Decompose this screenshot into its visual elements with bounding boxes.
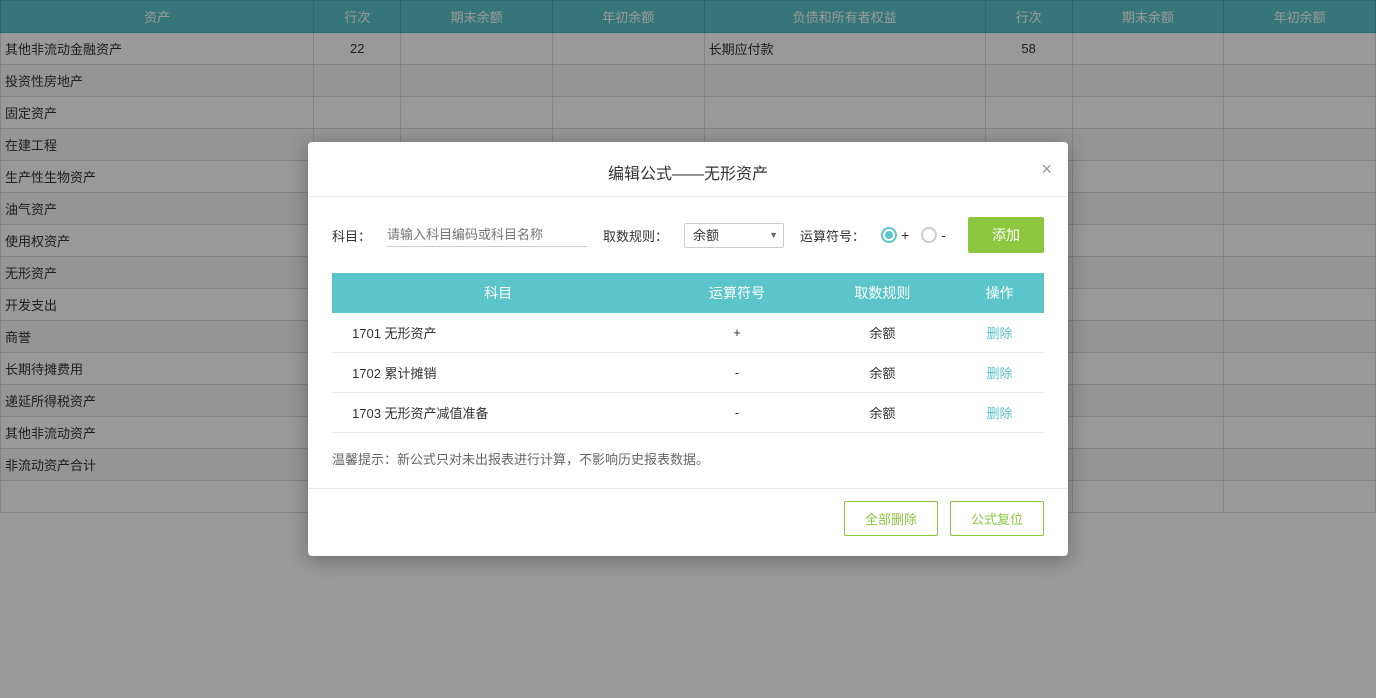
cell-operator: - — [664, 393, 809, 433]
form-row: 科目： 取数规则： 余额 借方 贷方 借方发生额 贷方发生额 运算符号： — [332, 217, 1044, 253]
delete-link[interactable]: 删除 — [987, 366, 1013, 381]
col-operator: 运算符号 — [664, 273, 809, 313]
modal-dialog: 编辑公式——无形资产 × 科目： 取数规则： 余额 借方 贷方 借方发生额 贷方… — [308, 142, 1068, 556]
operator-radio-group: + - — [881, 227, 946, 243]
radio-minus-circle — [921, 227, 937, 243]
operator-label: 运算符号： — [800, 226, 865, 245]
cell-rule: 余额 — [810, 313, 955, 353]
delete-link[interactable]: 删除 — [987, 326, 1013, 341]
operator-plus-radio[interactable]: + — [881, 227, 909, 243]
col-rule: 取数规则 — [810, 273, 955, 313]
table-row: 1703 无形资产减值准备-余额 删除 — [332, 393, 1044, 433]
table-header-row: 科目 运算符号 取数规则 操作 — [332, 273, 1044, 313]
operator-minus-label: - — [941, 227, 946, 243]
modal-overlay: 编辑公式——无形资产 × 科目： 取数规则： 余额 借方 贷方 借方发生额 贷方… — [0, 0, 1376, 698]
operator-plus-label: + — [901, 227, 909, 243]
cell-subject: 1702 累计摊销 — [332, 353, 664, 393]
cell-subject: 1701 无形资产 — [332, 313, 664, 353]
formula-table: 科目 运算符号 取数规则 操作 1701 无形资产+余额删除1702 累计摊销-… — [332, 273, 1044, 433]
warning-text: 温馨提示：新公式只对未出报表进行计算，不影响历史报表数据。 — [332, 449, 1044, 468]
delete-link[interactable]: 删除 — [987, 406, 1013, 421]
close-button[interactable]: × — [1041, 160, 1052, 178]
rule-select-wrapper[interactable]: 余额 借方 贷方 借方发生额 贷方发生额 — [684, 223, 784, 248]
rule-label: 取数规则： — [603, 226, 668, 245]
cell-rule: 余额 — [810, 393, 955, 433]
col-subject: 科目 — [332, 273, 664, 313]
operator-minus-radio[interactable]: - — [921, 227, 946, 243]
col-action: 操作 — [955, 273, 1044, 313]
table-row: 1701 无形资产+余额 删除 — [332, 313, 1044, 353]
cell-operator: + — [664, 313, 809, 353]
modal-title: 编辑公式——无形资产 — [608, 166, 768, 183]
cell-action: 删除 — [955, 353, 1044, 393]
reset-button[interactable]: 公式复位 — [950, 501, 1044, 536]
rule-select[interactable]: 余额 借方 贷方 借方发生额 贷方发生额 — [684, 223, 784, 248]
cell-operator: - — [664, 353, 809, 393]
radio-plus-circle — [881, 227, 897, 243]
cell-action: 删除 — [955, 313, 1044, 353]
cell-action: 删除 — [955, 393, 1044, 433]
subject-label: 科目： — [332, 226, 371, 245]
modal-body: 科目： 取数规则： 余额 借方 贷方 借方发生额 贷方发生额 运算符号： — [308, 197, 1068, 488]
add-button[interactable]: 添加 — [968, 217, 1044, 253]
subject-input[interactable] — [387, 223, 587, 247]
cell-subject: 1703 无形资产减值准备 — [332, 393, 664, 433]
modal-footer: 全部删除 公式复位 — [308, 488, 1068, 556]
table-row: 1702 累计摊销-余额 删除 — [332, 353, 1044, 393]
cell-rule: 余额 — [810, 353, 955, 393]
modal-header: 编辑公式——无形资产 × — [308, 142, 1068, 197]
delete-all-button[interactable]: 全部删除 — [844, 501, 938, 536]
